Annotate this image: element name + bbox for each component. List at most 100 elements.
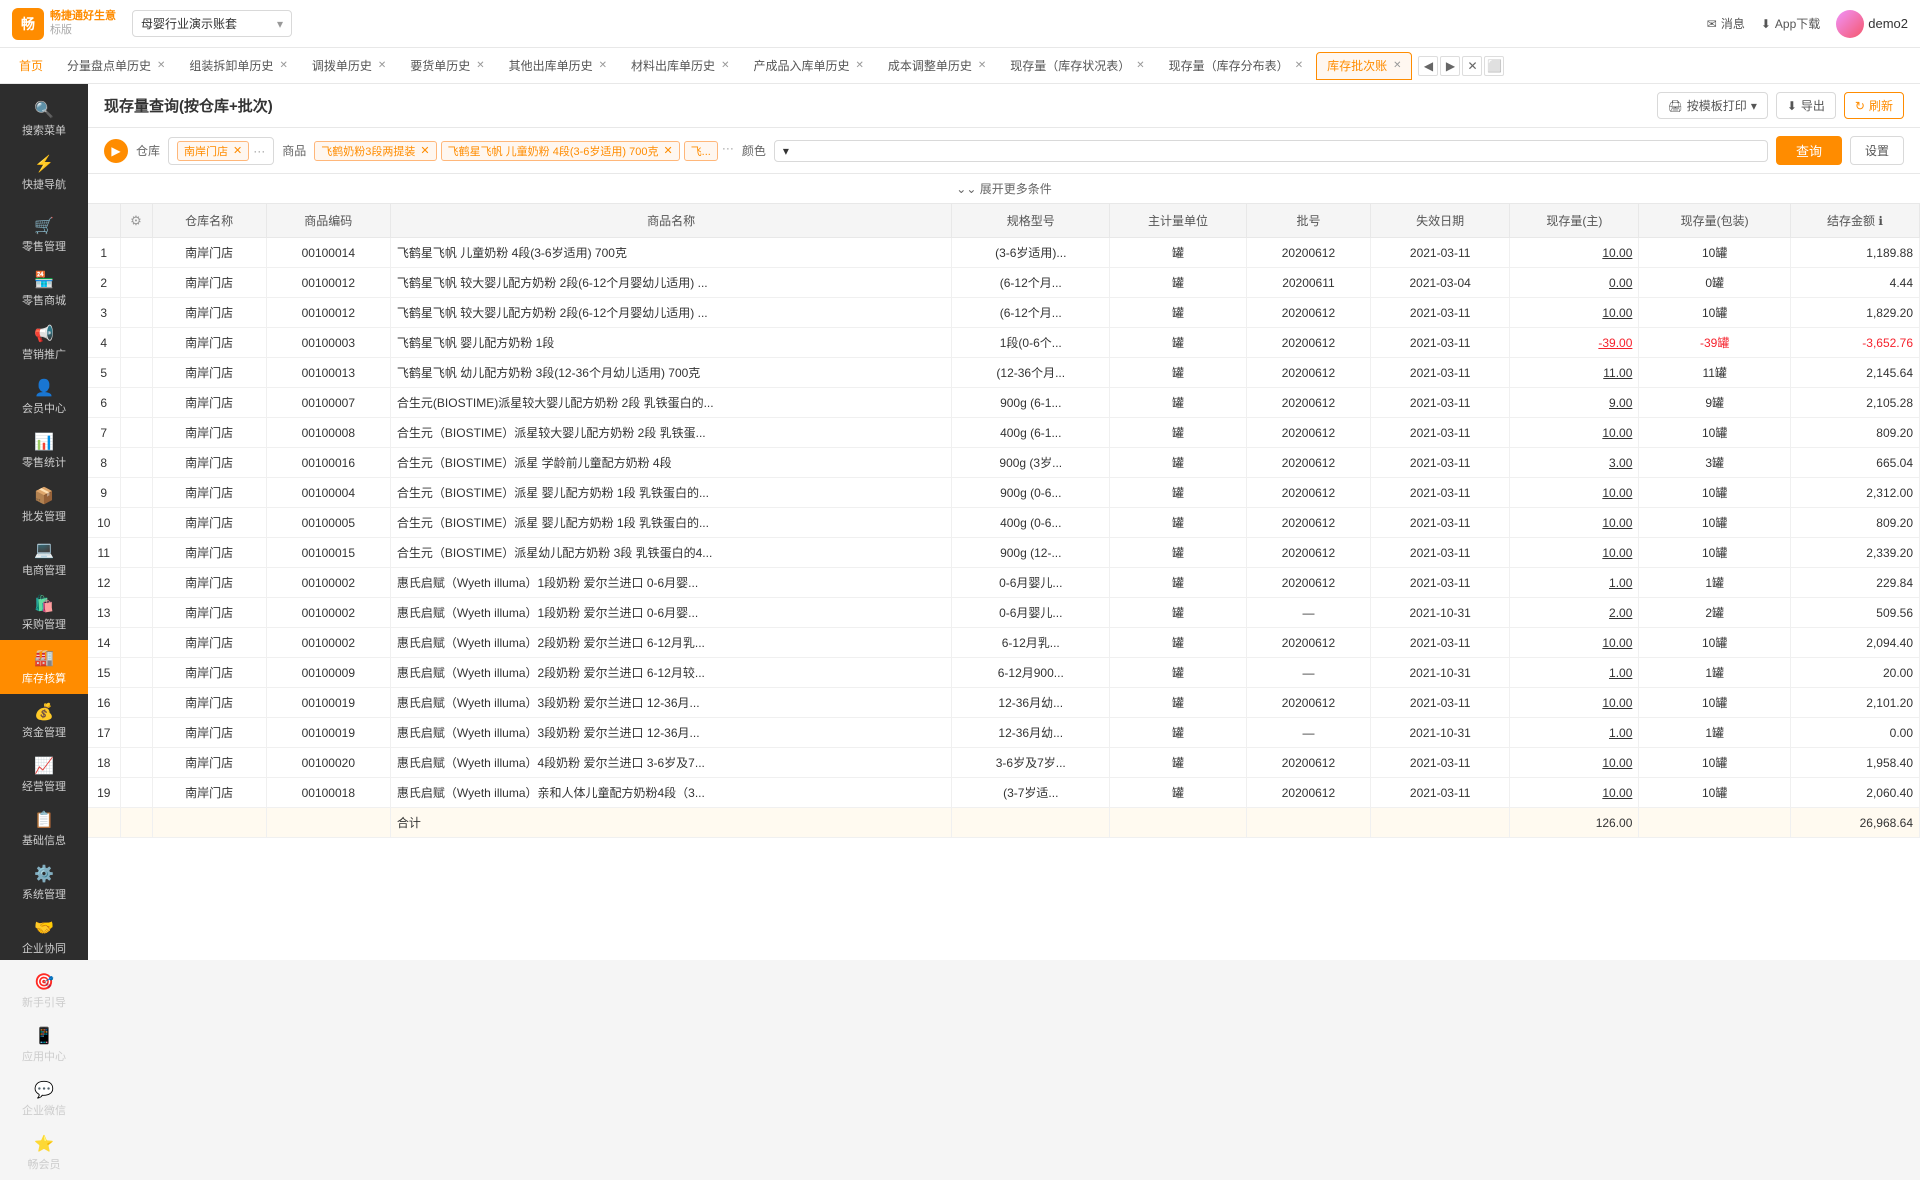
sidebar-item-guide[interactable]: 🎯 新手引导 (0, 964, 88, 1018)
cell-unit: 罐 (1110, 418, 1247, 448)
cell-stock-main[interactable]: 0.00 (1510, 268, 1639, 298)
expand-more-btn[interactable]: ⌄⌄ 展开更多条件 (956, 182, 1051, 196)
sidebar-item-marketing[interactable]: 📢 营销推广 (0, 316, 88, 370)
query-btn[interactable]: 查询 (1776, 136, 1842, 165)
refresh-btn[interactable]: ↻ 刷新 (1844, 92, 1904, 119)
cell-balance: 2,312.00 (1790, 478, 1919, 508)
message-btn[interactable]: ✉ 消息 (1707, 15, 1745, 32)
color-filter-select[interactable]: ▾ (774, 140, 1768, 162)
gear-icon[interactable]: ⚙ (130, 213, 142, 228)
export-btn[interactable]: ⬇ 导出 (1776, 92, 1836, 119)
tab-material-out-close[interactable]: ✕ (721, 60, 729, 71)
cell-stock-main[interactable]: 10.00 (1510, 748, 1639, 778)
tab-dismantle[interactable]: 组装拆卸单历史 ✕ (178, 52, 298, 80)
product-tag-0-close[interactable]: ✕ (420, 144, 429, 157)
cell-stock-main[interactable]: 2.00 (1510, 598, 1639, 628)
sidebar-item-base[interactable]: 📋 基础信息 (0, 802, 88, 856)
tab-split-close[interactable]: ✕ (157, 60, 165, 71)
tab-product-in[interactable]: 产成品入库单历史 ✕ (742, 52, 874, 80)
cell-stock-main[interactable]: 10.00 (1510, 418, 1639, 448)
cell-name: 合生元（BIOSTIME）派星较大婴儿配方奶粉 2段 乳铁蛋... (390, 418, 951, 448)
user-profile[interactable]: demo2 (1836, 10, 1908, 38)
cell-stock-pkg: 1罐 (1639, 718, 1791, 748)
filter-expand-btn[interactable]: ▶ (104, 139, 128, 163)
cell-balance: 20.00 (1790, 658, 1919, 688)
sidebar-item-fan[interactable]: ⭐ 畅会员 (0, 1126, 88, 1180)
sidebar-item-wholesale[interactable]: 📦 批发管理 (0, 478, 88, 532)
sidebar-item-nav[interactable]: ⚡ 快捷导航 (0, 146, 88, 200)
cell-spec: 12-36月幼... (952, 718, 1110, 748)
cell-stock-main[interactable]: 10.00 (1510, 478, 1639, 508)
sidebar-item-retail[interactable]: 🛒 零售管理 (0, 208, 88, 262)
sidebar-item-corp-wx[interactable]: 💬 企业微信 (0, 1072, 88, 1126)
cell-spec: 400g (0-6... (952, 508, 1110, 538)
sidebar-item-system[interactable]: ⚙️ 系统管理 (0, 856, 88, 910)
sidebar-item-member[interactable]: 👤 会员中心 (0, 370, 88, 424)
tab-pick-close[interactable]: ✕ (378, 60, 386, 71)
product-tag-1-close[interactable]: ✕ (663, 144, 672, 157)
sidebar-item-shop[interactable]: 🏪 零售商城 (0, 262, 88, 316)
cell-stock-main[interactable]: 10.00 (1510, 538, 1639, 568)
sidebar-item-purchase[interactable]: 🛍️ 采购管理 (0, 586, 88, 640)
cell-stock-main[interactable]: 1.00 (1510, 568, 1639, 598)
tab-pick[interactable]: 调拨单历史 ✕ (301, 52, 397, 80)
tab-stock-status-close[interactable]: ✕ (1136, 60, 1144, 71)
warehouse-tag-close[interactable]: ✕ (233, 144, 242, 157)
tab-next-btn[interactable]: ▶ (1440, 56, 1460, 76)
sidebar-item-search[interactable]: 🔍 搜索菜单 (0, 92, 88, 146)
sidebar-item-inventory[interactable]: 🏭 库存核算 (0, 640, 88, 694)
tab-maximize-btn[interactable]: ⬜ (1484, 56, 1504, 76)
warehouse-selector[interactable]: 母婴行业演示账套 ▾ (132, 10, 292, 37)
warehouse-filter-dots[interactable]: ··· (253, 144, 265, 158)
tab-batch[interactable]: 库存批次账 ✕ (1316, 52, 1412, 80)
sidebar: 🔍 搜索菜单 ⚡ 快捷导航 🛒 零售管理 🏪 零售商城 📢 营销推广 👤 会员中… (0, 84, 88, 960)
tab-cost-adj[interactable]: 成本调整单历史 ✕ (877, 52, 997, 80)
tab-product-in-close[interactable]: ✕ (855, 60, 863, 71)
tab-home[interactable]: 首页 (8, 52, 54, 80)
tab-split[interactable]: 分量盘点单历史 ✕ (56, 52, 176, 80)
product-filter-dots[interactable]: ··· (722, 141, 734, 161)
cell-stock-main[interactable]: 10.00 (1510, 508, 1639, 538)
cell-stock-main[interactable]: -39.00 (1510, 328, 1639, 358)
tab-require-close[interactable]: ✕ (476, 60, 484, 71)
warehouse-filter-field[interactable]: 南岸门店 ✕ ··· (168, 137, 274, 165)
cell-stock-main[interactable]: 11.00 (1510, 358, 1639, 388)
tab-prev-btn[interactable]: ◀ (1418, 56, 1438, 76)
cell-stock-main[interactable]: 9.00 (1510, 388, 1639, 418)
cell-stock-main[interactable]: 10.00 (1510, 778, 1639, 808)
cell-stock-main[interactable]: 10.00 (1510, 238, 1639, 268)
tab-batch-close[interactable]: ✕ (1393, 60, 1401, 71)
sidebar-item-finance[interactable]: 💰 资金管理 (0, 694, 88, 748)
sidebar-item-corp[interactable]: 🤝 企业协同 (0, 910, 88, 964)
tab-other-out[interactable]: 其他出库单历史 ✕ (498, 52, 618, 80)
download-icon: ⬇ (1761, 17, 1771, 31)
tab-stock-status[interactable]: 现存量（库存状况表） ✕ (999, 52, 1155, 80)
cell-stock-main[interactable]: 1.00 (1510, 718, 1639, 748)
tab-stock-dist-close[interactable]: ✕ (1295, 60, 1303, 71)
tab-other-out-close[interactable]: ✕ (599, 60, 607, 71)
cell-stock-main[interactable]: 10.00 (1510, 688, 1639, 718)
tab-dismantle-close[interactable]: ✕ (279, 60, 287, 71)
tab-require[interactable]: 要货单历史 ✕ (399, 52, 495, 80)
tab-stock-dist[interactable]: 现存量（库存分布表） ✕ (1158, 52, 1314, 80)
app-download-btn[interactable]: ⬇ App下载 (1761, 15, 1820, 32)
sidebar-item-ops[interactable]: 📈 经营管理 (0, 748, 88, 802)
cell-stock-main[interactable]: 10.00 (1510, 298, 1639, 328)
sidebar-item-stat[interactable]: 📊 零售统计 (0, 424, 88, 478)
cell-stock-pkg: 10罐 (1639, 298, 1791, 328)
cell-stock-main[interactable]: 1.00 (1510, 658, 1639, 688)
cell-batch: 20200612 (1246, 388, 1370, 418)
settings-btn[interactable]: 设置 (1850, 136, 1904, 165)
print-btn[interactable]: 🖨 按模板打印 ▾ (1657, 92, 1768, 119)
col-settings[interactable]: ⚙ (120, 204, 152, 238)
sidebar-item-ecom[interactable]: 💻 电商管理 (0, 532, 88, 586)
tab-material-out[interactable]: 材料出库单历史 ✕ (620, 52, 740, 80)
cell-action (120, 778, 152, 808)
cell-stock-main[interactable]: 3.00 (1510, 448, 1639, 478)
cell-warehouse: 南岸门店 (152, 298, 266, 328)
cell-stock-main[interactable]: 10.00 (1510, 628, 1639, 658)
tab-close-all-btn[interactable]: ✕ (1462, 56, 1482, 76)
tab-cost-adj-close[interactable]: ✕ (978, 60, 986, 71)
cell-stock-pkg: 2罐 (1639, 598, 1791, 628)
sidebar-item-app-center[interactable]: 📱 应用中心 (0, 1018, 88, 1072)
